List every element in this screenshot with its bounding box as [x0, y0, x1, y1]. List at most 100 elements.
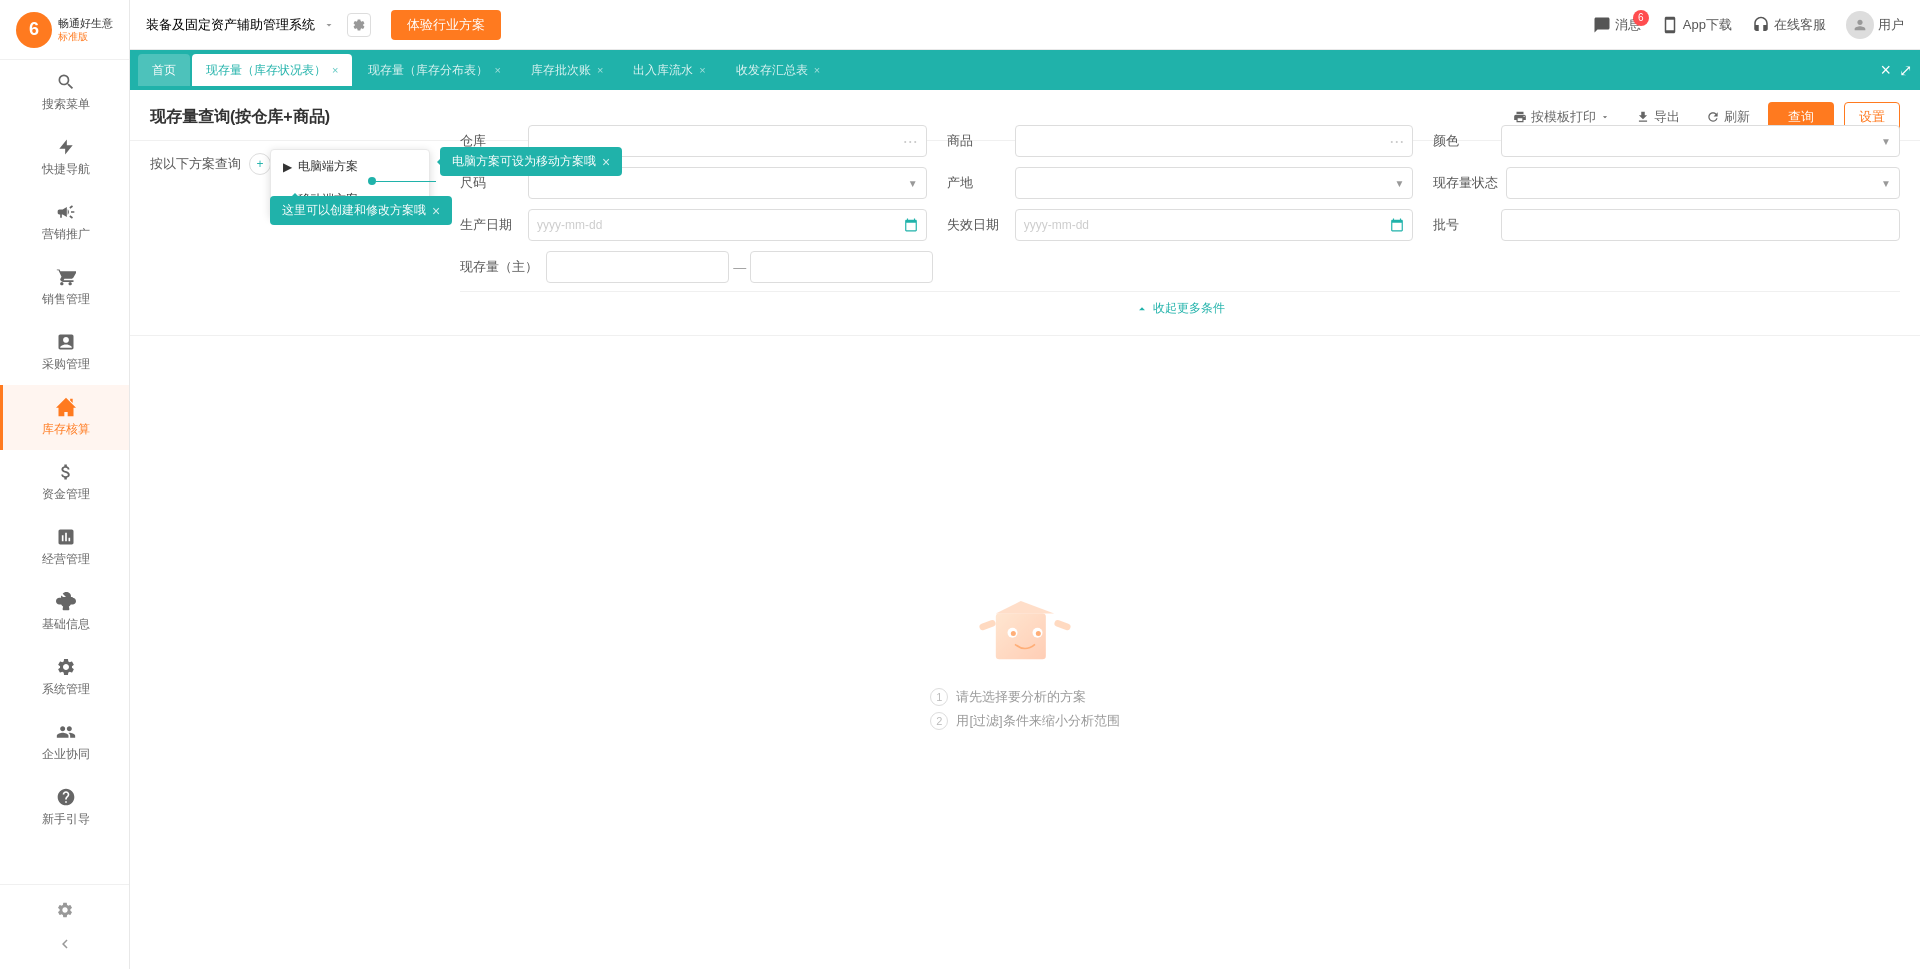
empty-tip-1-text: 请先选择要分析的方案 — [956, 688, 1086, 706]
sidebar-item-finance[interactable]: 资金管理 — [0, 450, 129, 515]
page-title: 现存量查询(按仓库+商品) — [150, 107, 330, 128]
topbar-system: 装备及固定资产辅助管理系统 — [146, 16, 335, 34]
tab-batch[interactable]: 库存批次账 × — [517, 54, 617, 86]
tooltip-1-text: 电脑方案可设为移动方案哦 — [452, 153, 596, 170]
sidebar-item-label-nav: 快捷导航 — [42, 161, 90, 178]
sidebar-item-system[interactable]: 系统管理 — [0, 645, 129, 710]
collapse-label: 收起更多条件 — [1153, 300, 1225, 317]
tooltip-2-text: 这里可以创建和修改方案哦 — [282, 202, 426, 219]
expire-date-label: 失效日期 — [947, 216, 1007, 234]
tab-summary-close[interactable]: × — [814, 64, 820, 76]
messages-badge: 6 — [1633, 10, 1649, 26]
expire-date-input[interactable]: yyyy-mm-dd — [1015, 209, 1414, 241]
tab-inventory-dist-close[interactable]: × — [494, 64, 500, 76]
stock-qty-label: 现存量（主） — [460, 258, 538, 276]
stock-status-select[interactable]: ▼ — [1506, 167, 1900, 199]
svg-rect-5 — [979, 619, 997, 631]
tab-summary[interactable]: 收发存汇总表 × — [722, 54, 834, 86]
expire-date-calendar-icon — [1390, 218, 1404, 232]
filter-item-stock-qty: 现存量（主） — — [460, 251, 933, 283]
produce-date-label: 生产日期 — [460, 216, 520, 234]
settings-icon[interactable] — [347, 13, 371, 37]
filter-item-stock-status: 现存量状态 ▼ — [1433, 167, 1900, 199]
tip-num-1: 1 — [930, 688, 948, 706]
sidebar-item-label-basic: 基础信息 — [42, 616, 90, 633]
tab-inout[interactable]: 出入库流水 × — [619, 54, 719, 86]
tab-inout-close[interactable]: × — [699, 64, 705, 76]
goods-dots: ··· — [1389, 131, 1404, 152]
online-service-label: 在线客服 — [1774, 16, 1826, 34]
tab-inventory-status-label: 现存量（库存状况表） — [206, 62, 326, 79]
sidebar-item-basic[interactable]: 基础信息 — [0, 580, 129, 645]
filter-item-color: 颜色 ▼ — [1433, 125, 1900, 157]
tab-inout-label: 出入库流水 — [633, 62, 693, 79]
stock-status-label: 现存量状态 — [1433, 174, 1498, 192]
messages-btn[interactable]: 6 消息 — [1593, 16, 1641, 34]
origin-label: 产地 — [947, 174, 1007, 192]
sidebar-item-purchase[interactable]: 采购管理 — [0, 320, 129, 385]
empty-tip-2-text: 用[过滤]条件来缩小分析范围 — [956, 712, 1119, 730]
empty-state: 1 请先选择要分析的方案 2 用[过滤]条件来缩小分析范围 — [130, 336, 1920, 969]
filter-area: 按以下方案查询 + ✎ ← ▶ 电脑端方案 ▶ 移动端方案 — [130, 141, 1920, 336]
sidebar-item-management[interactable]: 经营管理 — [0, 515, 129, 580]
origin-arrow-icon: ▼ — [1394, 178, 1404, 189]
batch-input[interactable] — [1501, 209, 1900, 241]
sidebar-item-search[interactable]: 搜索菜单 — [0, 60, 129, 125]
color-label: 颜色 — [1433, 132, 1493, 150]
avatar — [1846, 11, 1874, 39]
tab-batch-label: 库存批次账 — [531, 62, 591, 79]
sidebar-item-warehouse[interactable]: 库存核算 — [0, 385, 129, 450]
origin-select[interactable]: ▼ — [1015, 167, 1414, 199]
sidebar-item-sales[interactable]: 销售管理 — [0, 255, 129, 320]
scheme-item-desktop[interactable]: ▶ 电脑端方案 — [271, 150, 429, 183]
sidebar-item-label-warehouse: 库存核算 — [42, 421, 90, 438]
tab-inventory-dist[interactable]: 现存量（库存分布表） × — [354, 54, 514, 86]
main: 装备及固定资产辅助管理系统 体验行业方案 6 消息 App下载 在线客服 — [130, 0, 1920, 969]
filter-item-expire-date: 失效日期 yyyy-mm-dd — [947, 209, 1414, 241]
tab-maximize[interactable]: ⤢ — [1899, 61, 1912, 80]
stock-qty-max[interactable] — [750, 251, 933, 283]
tooltip-1-close[interactable]: × — [602, 154, 610, 170]
filter-label: 按以下方案查询 — [150, 155, 241, 173]
sidebar-bottom — [0, 884, 129, 969]
sidebar-item-label-search: 搜索菜单 — [42, 96, 90, 113]
sidebar-item-cooperation[interactable]: 企业协同 — [0, 710, 129, 775]
add-scheme-btn[interactable]: + — [249, 153, 271, 175]
tooltip-2-close[interactable]: × — [432, 203, 440, 219]
sidebar-item-label-guide: 新手引导 — [42, 811, 90, 828]
filter-row-3: 生产日期 yyyy-mm-dd 失效日期 yyyy-mm-dd — [460, 209, 1900, 241]
tab-batch-close[interactable]: × — [597, 64, 603, 76]
tab-inventory-dist-label: 现存量（库存分布表） — [368, 62, 488, 79]
sidebar-item-marketing[interactable]: 营销推广 — [0, 190, 129, 255]
goods-select[interactable]: ··· — [1015, 125, 1414, 157]
tab-close-all[interactable]: × — [1880, 60, 1891, 81]
filter-rows-container: 仓库 ··· 商品 ··· 颜色 — [460, 125, 1900, 283]
sidebar-item-nav[interactable]: 快捷导航 — [0, 125, 129, 190]
refresh-label: 刷新 — [1724, 108, 1750, 126]
tabbar: 首页 现存量（库存状况表） × 现存量（库存分布表） × 库存批次账 × 出入库… — [130, 50, 1920, 90]
collapse-btn[interactable]: 收起更多条件 — [460, 291, 1900, 323]
trial-btn[interactable]: 体验行业方案 — [391, 10, 501, 40]
online-service-btn[interactable]: 在线客服 — [1752, 16, 1826, 34]
sidebar-item-guide[interactable]: 新手引导 — [0, 775, 129, 840]
sidebar-nav: 搜索菜单 快捷导航 营销推广 销售管理 采购管理 库存核算 资金管理 经营管理 — [0, 60, 129, 884]
produce-date-input[interactable]: yyyy-mm-dd — [528, 209, 927, 241]
stock-status-arrow-icon: ▼ — [1881, 178, 1891, 189]
empty-illustration — [975, 576, 1075, 676]
stock-qty-min[interactable] — [546, 251, 729, 283]
sidebar-item-label-cooperation: 企业协同 — [42, 746, 90, 763]
color-select[interactable]: ▼ — [1501, 125, 1900, 157]
sidebar-item-label-sales: 销售管理 — [42, 291, 90, 308]
sidebar-item-label-finance: 资金管理 — [42, 486, 90, 503]
sidebar-bottom-collapse[interactable] — [0, 927, 129, 961]
goods-label: 商品 — [947, 132, 1007, 150]
tab-home[interactable]: 首页 — [138, 54, 190, 86]
tab-inventory-status-close[interactable]: × — [332, 64, 338, 76]
user-btn[interactable]: 用户 — [1846, 11, 1904, 39]
tab-inventory-status[interactable]: 现存量（库存状况表） × — [192, 54, 352, 86]
tabbar-right: × ⤢ — [1880, 60, 1912, 81]
filter-row-1: 仓库 ··· 商品 ··· 颜色 — [460, 125, 1900, 157]
sidebar-bottom-gear[interactable] — [0, 893, 129, 927]
empty-tip-2: 2 用[过滤]条件来缩小分析范围 — [930, 712, 1119, 730]
app-download-btn[interactable]: App下载 — [1661, 16, 1732, 34]
